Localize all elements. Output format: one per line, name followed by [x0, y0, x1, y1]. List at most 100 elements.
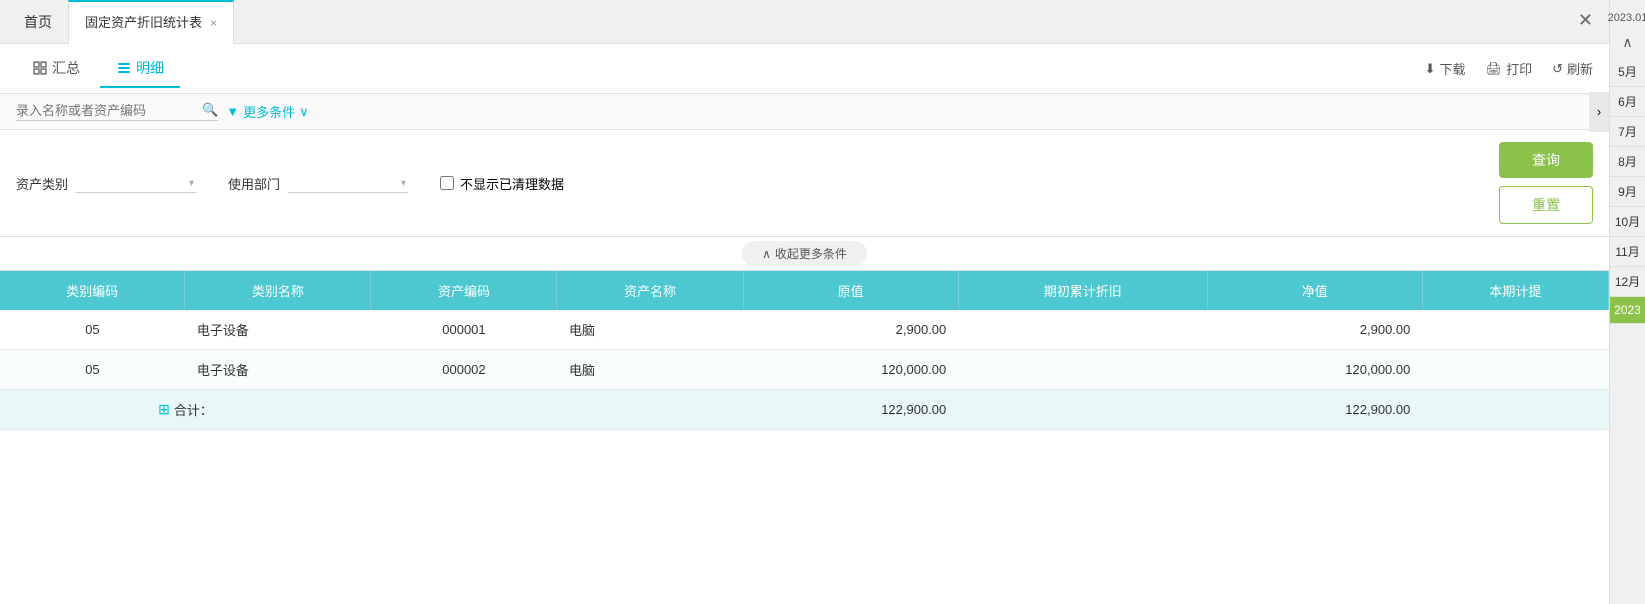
- detail-tab[interactable]: 明细: [100, 50, 180, 88]
- active-year-item[interactable]: 2023: [1610, 297, 1645, 324]
- more-conditions-btn[interactable]: ▼ 更多条件 ∨: [226, 102, 308, 121]
- col-asset-code: 资产编码: [371, 271, 557, 310]
- print-icon: 🖨: [1486, 61, 1503, 77]
- total-accumulated-depreciation: [958, 390, 1207, 430]
- summary-tab-label: 汇总: [52, 58, 80, 78]
- cell-net-value: 120,000.00: [1207, 350, 1422, 390]
- col-current-period: 本期计提: [1422, 271, 1608, 310]
- chevron-down-icon: ∨: [299, 104, 309, 120]
- col-category-code: 类别编码: [0, 271, 185, 310]
- hide-cleared-checkbox[interactable]: [440, 176, 454, 190]
- month-item[interactable]: 11月: [1610, 237, 1645, 267]
- data-table-wrap: 类别编码 类别名称 资产编码 资产名称 原值 期初累计折旧 净值 本期计提 05…: [0, 271, 1609, 604]
- collapse-more-section: ∧ 收起更多条件: [0, 237, 1609, 271]
- total-original-value: 122,900.00: [743, 390, 958, 430]
- use-department-select-wrap[interactable]: [288, 173, 408, 193]
- total-current-period: [1422, 390, 1608, 430]
- cell-asset-name: 电脑: [557, 350, 743, 390]
- toolbar: 汇总 明细 ⬇ 下载 🖨 打印: [0, 44, 1609, 94]
- cell-category-code: 05: [0, 310, 185, 350]
- cell-category-code: 05: [0, 350, 185, 390]
- download-action[interactable]: ⬇ 下载: [1425, 59, 1466, 78]
- home-tab[interactable]: 首页: [8, 0, 68, 44]
- table-row: 05 电子设备 000001 电脑 2,900.00 2,900.00: [0, 310, 1609, 350]
- cell-accumulated-depreciation: [958, 350, 1207, 390]
- collapse-more-label: 收起更多条件: [775, 245, 847, 262]
- panel-collapse-btn[interactable]: ›: [1589, 92, 1609, 132]
- asset-category-select-wrap[interactable]: [76, 173, 196, 193]
- filter-row-1: 资产类别 使用部门 不显示已清理数据: [16, 142, 1593, 224]
- cell-asset-code: 000001: [371, 310, 557, 350]
- refresh-label: 刷新: [1567, 59, 1593, 78]
- tab-close-icon[interactable]: ×: [210, 1, 217, 45]
- print-action[interactable]: 🖨 打印: [1486, 59, 1533, 78]
- total-asset-code: [371, 390, 557, 430]
- month-item[interactable]: 5月: [1610, 57, 1645, 87]
- hide-cleared-checkbox-wrap[interactable]: 不显示已清理数据: [440, 174, 564, 193]
- month-item[interactable]: 6月: [1610, 87, 1645, 117]
- detail-tab-label: 明细: [136, 58, 164, 78]
- col-net-value: 净值: [1207, 271, 1422, 310]
- filter-icon: ▼: [226, 104, 239, 119]
- refresh-action[interactable]: ↺ 刷新: [1552, 59, 1593, 78]
- cell-asset-code: 000002: [371, 350, 557, 390]
- total-net-value: 122,900.00: [1207, 390, 1422, 430]
- total-label-cell: ⊞ 合计：: [0, 390, 371, 430]
- active-tab[interactable]: 固定资产折旧统计表 ×: [68, 0, 234, 44]
- filter-buttons: 查询 重置: [1499, 142, 1593, 224]
- reset-button[interactable]: 重置: [1499, 186, 1593, 224]
- month-item[interactable]: 8月: [1610, 147, 1645, 177]
- total-row: ⊞ 合计： 122,900.00 122,900.00: [0, 390, 1609, 430]
- window-close-icon[interactable]: ✕: [1578, 10, 1593, 31]
- month-item[interactable]: 9月: [1610, 177, 1645, 207]
- asset-category-select[interactable]: [76, 173, 196, 193]
- cell-asset-name: 电脑: [557, 310, 743, 350]
- total-label-text: 合计：: [174, 400, 213, 419]
- month-item[interactable]: 12月: [1610, 267, 1645, 297]
- download-icon: ⬇: [1425, 61, 1436, 77]
- use-department-field: 使用部门: [228, 173, 408, 193]
- cell-accumulated-depreciation: [958, 310, 1207, 350]
- collapse-more-btn[interactable]: ∧ 收起更多条件: [742, 241, 867, 266]
- search-wrap[interactable]: 🔍: [16, 102, 218, 121]
- nav-up-btn[interactable]: ∧: [1610, 28, 1645, 57]
- total-asset-name: [557, 390, 743, 430]
- use-department-label: 使用部门: [228, 174, 280, 193]
- advanced-filter: 资产类别 使用部门 不显示已清理数据: [0, 130, 1609, 237]
- hide-cleared-label: 不显示已清理数据: [460, 174, 564, 193]
- cell-current-period: [1422, 350, 1608, 390]
- total-icon: ⊞: [158, 401, 170, 418]
- search-input[interactable]: [16, 103, 196, 118]
- right-panel: 2023.01 ∧ 5月6月7月8月9月10月11月12月2023: [1609, 0, 1645, 604]
- summary-tab[interactable]: 汇总: [16, 50, 96, 88]
- table-row: 05 电子设备 000002 电脑 120,000.00 120,000.00: [0, 350, 1609, 390]
- cell-current-period: [1422, 310, 1608, 350]
- query-button[interactable]: 查询: [1499, 142, 1593, 178]
- search-icon[interactable]: 🔍: [202, 102, 218, 118]
- cell-category-name: 电子设备: [185, 350, 371, 390]
- col-original-value: 原值: [743, 271, 958, 310]
- summary-icon: [32, 60, 48, 76]
- active-tab-label: 固定资产折旧统计表: [85, 1, 202, 45]
- print-label: 打印: [1506, 59, 1532, 78]
- cell-original-value: 2,900.00: [743, 310, 958, 350]
- download-label: 下载: [1440, 59, 1466, 78]
- cell-category-name: 电子设备: [185, 310, 371, 350]
- use-department-select[interactable]: [288, 173, 408, 193]
- month-item[interactable]: 10月: [1610, 207, 1645, 237]
- asset-category-field: 资产类别: [16, 173, 196, 193]
- cell-original-value: 120,000.00: [743, 350, 958, 390]
- toolbar-tabs: 汇总 明细: [16, 50, 180, 88]
- filter-bar: 🔍 ▼ 更多条件 ∨ ›: [0, 94, 1609, 130]
- detail-icon: [116, 60, 132, 76]
- table-header-row: 类别编码 类别名称 资产编码 资产名称 原值 期初累计折旧 净值 本期计提: [0, 271, 1609, 310]
- month-item[interactable]: 7月: [1610, 117, 1645, 147]
- asset-category-label: 资产类别: [16, 174, 68, 193]
- refresh-icon: ↺: [1552, 61, 1563, 77]
- date-display: 2023.01: [1606, 8, 1645, 28]
- col-asset-name: 资产名称: [557, 271, 743, 310]
- collapse-up-icon: ∧: [762, 247, 771, 261]
- data-table: 类别编码 类别名称 资产编码 资产名称 原值 期初累计折旧 净值 本期计提 05…: [0, 271, 1609, 430]
- cell-net-value: 2,900.00: [1207, 310, 1422, 350]
- col-category-name: 类别名称: [185, 271, 371, 310]
